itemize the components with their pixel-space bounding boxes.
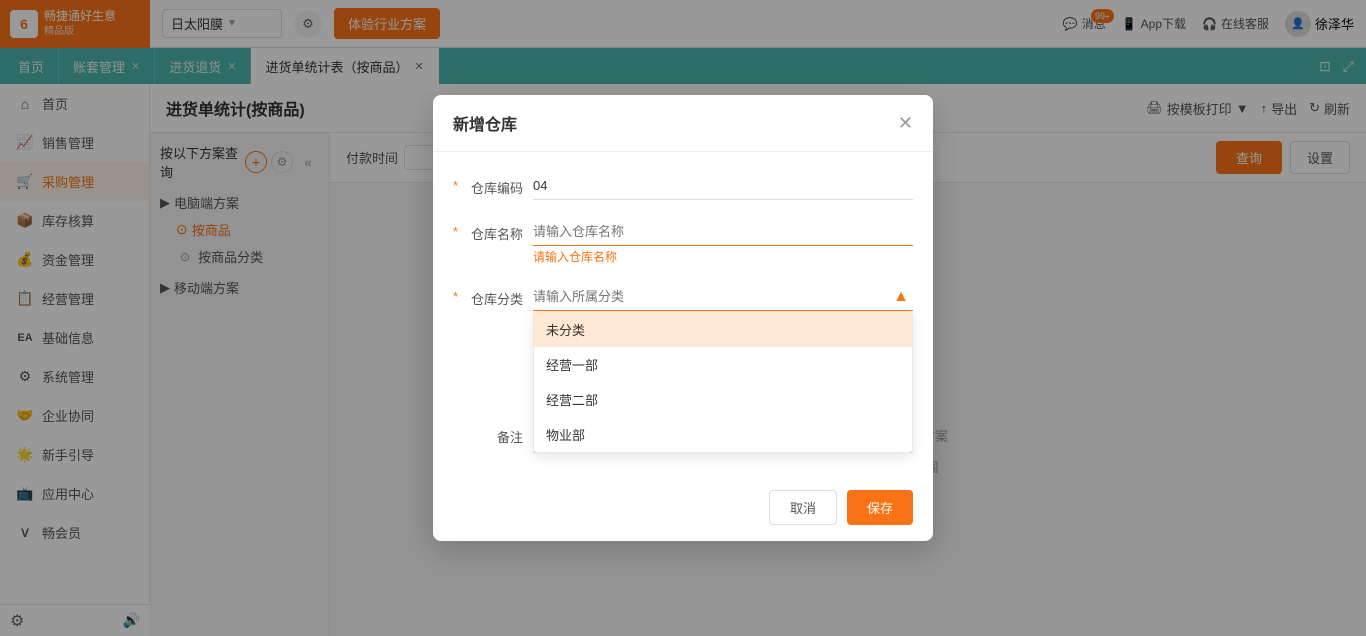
category-input-row: ▲ (533, 283, 913, 311)
modal-close-button[interactable]: ✕ (898, 114, 913, 132)
cancel-button[interactable]: 取消 (769, 490, 837, 525)
modal-body: 仓库编码 仓库名称 请输入仓库名称 仓库分类 ▲ (433, 152, 933, 456)
category-control: ▲ 未分类 经营一部 经营二部 物业部 (533, 283, 913, 311)
name-input[interactable] (533, 218, 913, 246)
save-button[interactable]: 保存 (847, 490, 913, 525)
category-toggle-icon[interactable]: ▲ (889, 284, 913, 310)
name-error-msg: 请输入仓库名称 (533, 248, 913, 265)
name-control: 请输入仓库名称 (533, 218, 913, 265)
form-row-name: 仓库名称 请输入仓库名称 (453, 218, 913, 265)
modal-overlay: 新增仓库 ✕ 仓库编码 仓库名称 请输入仓库名称 仓库分类 (0, 0, 1366, 636)
form-row-code: 仓库编码 (453, 172, 913, 200)
modal-footer: 取消 保存 (433, 474, 933, 541)
code-label: 仓库编码 (453, 172, 533, 197)
dropdown-item-3[interactable]: 物业部 (534, 417, 912, 452)
form-row-category: 仓库分类 ▲ 未分类 经营一部 经营二部 物业部 (453, 283, 913, 311)
category-input[interactable] (533, 283, 889, 310)
modal-add-warehouse: 新增仓库 ✕ 仓库编码 仓库名称 请输入仓库名称 仓库分类 (433, 95, 933, 541)
dropdown-item-2[interactable]: 经营二部 (534, 382, 912, 417)
dropdown-item-0[interactable]: 未分类 (534, 312, 912, 347)
code-input[interactable] (533, 172, 913, 200)
category-dropdown: 未分类 经营一部 经营二部 物业部 (533, 311, 913, 453)
name-label: 仓库名称 (453, 218, 533, 243)
category-label: 仓库分类 (453, 283, 533, 308)
code-control (533, 172, 913, 200)
modal-title: 新增仓库 (453, 111, 517, 135)
dropdown-item-1[interactable]: 经营一部 (534, 347, 912, 382)
modal-header: 新增仓库 ✕ (433, 95, 933, 152)
note-label: 备注 (453, 421, 533, 446)
